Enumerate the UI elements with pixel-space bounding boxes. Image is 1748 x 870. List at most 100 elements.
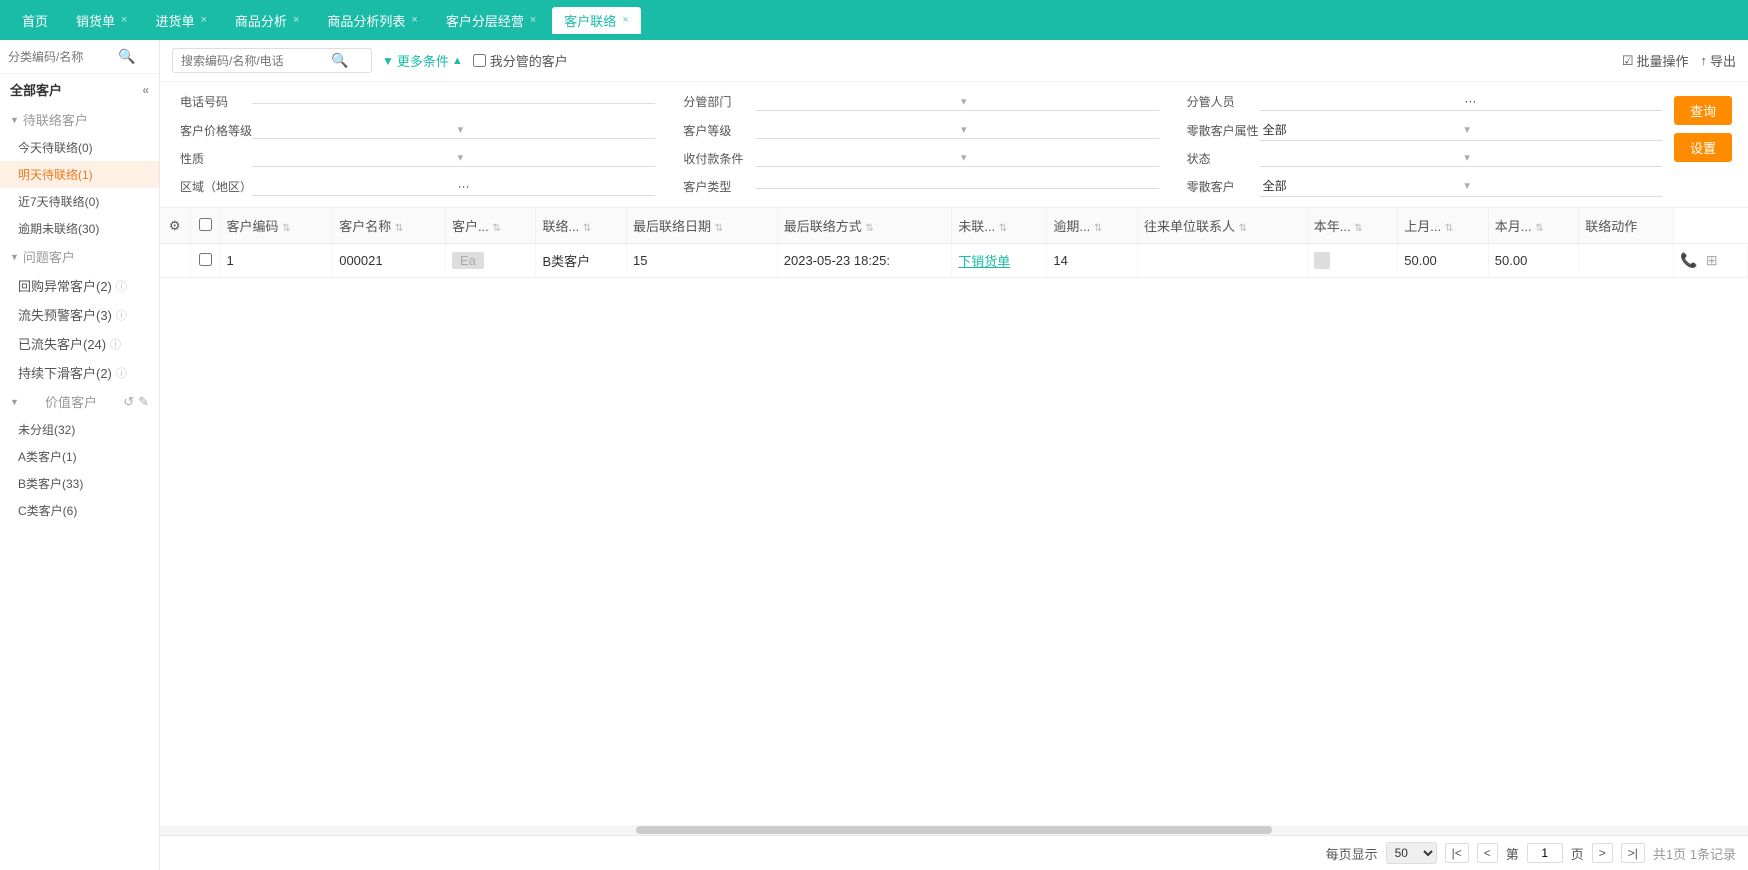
right-actions: ☑ 批量操作 ↑ 导出: [1622, 51, 1736, 70]
export-btn[interactable]: ↑ 导出: [1700, 51, 1736, 70]
dept-label: 分管部门: [675, 93, 755, 110]
sidebar-item-today-contact[interactable]: 今天待联络(0): [0, 134, 159, 161]
sidebar-item-declining[interactable]: 持续下滑客户(2) ⓘ: [0, 358, 159, 387]
customer-type-dropdown[interactable]: [755, 184, 1158, 189]
chevron-up-icon: ▲: [452, 55, 463, 67]
search-icon[interactable]: 🔍: [331, 52, 348, 69]
nav-customer-contact[interactable]: 客户联络 ×: [552, 7, 640, 34]
row-checkbox-cell[interactable]: [190, 244, 220, 278]
set-button[interactable]: 设置: [1674, 133, 1732, 162]
col-last-contact-date[interactable]: 最后联络日期 ⇅: [626, 208, 777, 244]
more-conditions-btn[interactable]: ▼ 更多条件 ▲: [382, 51, 463, 70]
cell-overdue: [1137, 244, 1307, 278]
dropdown-arrow: ▾: [454, 149, 656, 166]
horizontal-scrollbar[interactable]: [160, 825, 1748, 835]
col-overdue[interactable]: 逾期... ⇅: [1047, 208, 1138, 244]
cell-uncontacted: 14: [1047, 244, 1138, 278]
sidebar-all-customers[interactable]: 全部客户 «: [0, 74, 159, 105]
nav-close-icon[interactable]: ×: [530, 14, 536, 26]
col-last-contact-method[interactable]: 最后联络方式 ⇅: [777, 208, 952, 244]
nav-close-icon[interactable]: ×: [411, 14, 417, 26]
more-icon[interactable]: ···: [1460, 92, 1662, 110]
manager-dropdown[interactable]: ···: [1259, 92, 1662, 111]
page-number-input[interactable]: [1527, 843, 1563, 863]
sidebar-item-7day-contact[interactable]: 近7天待联络(0): [0, 188, 159, 215]
query-button[interactable]: 查询: [1674, 96, 1732, 125]
customer-level-dropdown[interactable]: ▾: [755, 121, 1158, 139]
sidebar-item-ungrouped[interactable]: 未分组(32): [0, 416, 159, 443]
payment-label: 收付款条件: [675, 150, 755, 167]
nav-close-icon[interactable]: ×: [293, 14, 299, 26]
phone-dropdown[interactable]: [252, 99, 655, 104]
col-uncontacted[interactable]: 未联... ⇅: [952, 208, 1047, 244]
nav-home[interactable]: 首页: [10, 7, 60, 34]
nav-close-icon[interactable]: ×: [200, 14, 206, 26]
scrollbar-thumb[interactable]: [636, 826, 1271, 834]
sidebar-item-class-a[interactable]: A类客户(1): [0, 443, 159, 470]
nav-sales-order[interactable]: 销货单 ×: [64, 7, 139, 34]
settings-col[interactable]: ⚙: [160, 208, 190, 244]
col-contact-count[interactable]: 联络... ⇅: [536, 208, 627, 244]
value-level-dropdown[interactable]: ▾: [252, 121, 655, 139]
customer-table: ⚙ 客户编码 ⇅ 客户名称 ⇅ 客户... ⇅ 联络... ⇅ 最后联络日期 ⇅…: [160, 208, 1748, 278]
customer-level-field: 客户等级 ▾: [675, 121, 1158, 139]
sort-icon: ⇅: [583, 223, 591, 234]
nav-product-analysis-list[interactable]: 商品分析列表 ×: [315, 7, 429, 34]
payment-dropdown[interactable]: ▾: [755, 149, 1158, 167]
region-dropdown[interactable]: ···: [252, 177, 655, 196]
retail-customer-dropdown[interactable]: 全部 ▾: [1259, 175, 1662, 197]
my-customers-check[interactable]: [473, 54, 486, 67]
cell-this-year: 50.00: [1398, 244, 1489, 278]
sort-icon: ⇅: [1239, 223, 1247, 234]
more-icon[interactable]: ···: [454, 177, 656, 195]
col-customer-name[interactable]: 客户名称 ⇅: [333, 208, 446, 244]
payment-field: 收付款条件 ▾: [675, 149, 1158, 167]
next-page-btn[interactable]: >: [1592, 843, 1613, 863]
status-dropdown[interactable]: ▾: [1259, 149, 1662, 167]
col-this-month[interactable]: 本月... ⇅: [1488, 208, 1579, 244]
sidebar-search-input[interactable]: [8, 50, 118, 64]
col-unit-contact[interactable]: 往来单位联系人 ⇅: [1137, 208, 1307, 244]
sidebar-item-class-b[interactable]: B类客户(33): [0, 470, 159, 497]
grid-action-icon[interactable]: ⊞: [1706, 252, 1718, 269]
retail-attr-dropdown[interactable]: 全部 ▾: [1259, 119, 1662, 141]
col-customer-code[interactable]: 客户编码 ⇅: [220, 208, 333, 244]
col-contact-action: 联络动作: [1579, 208, 1674, 244]
per-page-select[interactable]: 50 100 200: [1386, 842, 1437, 864]
cell-last-contact-date: 2023-05-23 18:25:: [777, 244, 952, 278]
prev-page-btn[interactable]: <: [1477, 843, 1498, 863]
sidebar-item-repurchase-abnormal[interactable]: 回购异常客户(2) ⓘ: [0, 271, 159, 300]
refresh-icon[interactable]: ↺: [123, 394, 134, 410]
sidebar-item-churned[interactable]: 已流失客户(24) ⓘ: [0, 329, 159, 358]
batch-ops-btn[interactable]: ☑ 批量操作: [1622, 51, 1689, 70]
nav-close-icon[interactable]: ×: [121, 14, 127, 26]
col-this-year[interactable]: 本年... ⇅: [1307, 208, 1398, 244]
nav-product-analysis[interactable]: 商品分析 ×: [223, 7, 311, 34]
nav-purchase-order[interactable]: 进货单 ×: [143, 7, 218, 34]
sidebar-item-overdue-contact[interactable]: 逾期未联络(30): [0, 215, 159, 242]
dept-dropdown[interactable]: ▾: [755, 93, 1158, 111]
last-page-btn[interactable]: >|: [1621, 843, 1645, 863]
collapse-icon[interactable]: «: [142, 83, 149, 97]
row-checkbox[interactable]: [199, 253, 212, 266]
sidebar-item-class-c[interactable]: C类客户(6): [0, 497, 159, 524]
nav-customer-tiering[interactable]: 客户分层经营 ×: [434, 7, 548, 34]
select-all-col[interactable]: [190, 208, 220, 244]
sidebar-item-tomorrow-contact[interactable]: 明天待联络(1): [0, 161, 159, 188]
search-input[interactable]: [181, 54, 331, 68]
sidebar-item-churn-warning[interactable]: 流失预警客户(3) ⓘ: [0, 300, 159, 329]
contact-method-link[interactable]: 下销货单: [958, 254, 1010, 269]
cell-last-contact-method[interactable]: 下销货单: [952, 244, 1047, 278]
my-customers-checkbox[interactable]: 我分管的客户: [473, 51, 568, 70]
nature-dropdown[interactable]: ▾: [252, 149, 655, 167]
select-all-checkbox[interactable]: [199, 218, 212, 231]
table-row: 1 000021 Ea B类客户 15 2023-05-23 18:25: 下销…: [160, 244, 1748, 278]
phone-action-icon[interactable]: 📞: [1680, 252, 1697, 269]
col-customer-type[interactable]: 客户... ⇅: [445, 208, 536, 244]
sidebar-search-icon[interactable]: 🔍: [118, 48, 135, 65]
sidebar-pending-section: 待联络客户: [0, 105, 159, 134]
nav-close-icon[interactable]: ×: [622, 14, 628, 26]
col-last-month[interactable]: 上月... ⇅: [1398, 208, 1489, 244]
first-page-btn[interactable]: |<: [1445, 843, 1469, 863]
edit-icon[interactable]: ✎: [138, 394, 149, 410]
